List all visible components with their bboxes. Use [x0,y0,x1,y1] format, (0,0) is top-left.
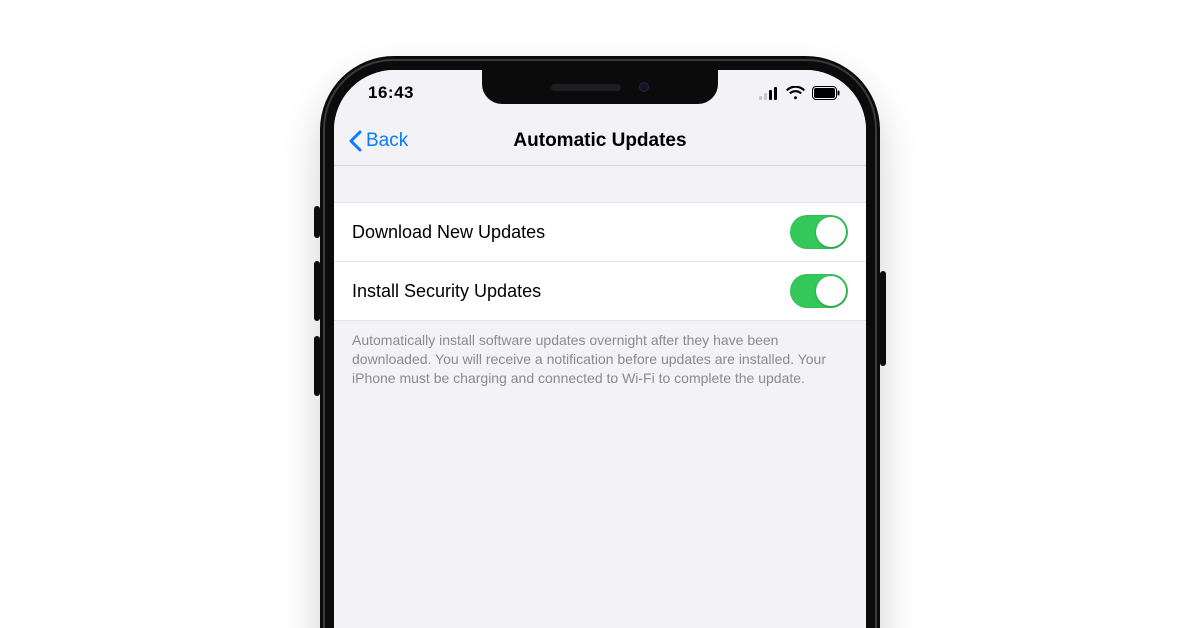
toggle-knob [816,217,846,247]
row-label: Download New Updates [352,222,545,243]
mute-switch[interactable] [314,206,320,238]
back-label: Back [366,130,408,152]
toggle-knob [816,276,846,306]
phone-frame: 16:43 [320,56,880,628]
nav-bar: Back Automatic Updates [334,116,866,166]
settings-list: Download New Updates Install Security Up… [334,202,866,321]
power-button[interactable] [880,271,886,366]
screen: 16:43 [334,70,866,628]
status-time: 16:43 [360,83,414,103]
wifi-icon [786,86,805,100]
section-gap [334,166,866,202]
battery-icon [812,86,840,100]
toggle-install-security-updates[interactable] [790,274,848,308]
front-camera [639,82,649,92]
row-download-new-updates: Download New Updates [334,203,866,261]
chevron-left-icon [348,130,362,152]
notch [482,70,718,104]
earpiece-speaker [551,84,621,91]
page-title: Automatic Updates [513,130,686,152]
toggle-download-new-updates[interactable] [790,215,848,249]
row-label: Install Security Updates [352,281,541,302]
volume-down-button[interactable] [314,336,320,396]
cellular-icon [759,87,779,100]
row-install-security-updates: Install Security Updates [334,261,866,320]
section-footer: Automatically install software updates o… [334,321,866,388]
back-button[interactable]: Back [348,116,408,165]
status-indicators [759,86,840,100]
volume-up-button[interactable] [314,261,320,321]
